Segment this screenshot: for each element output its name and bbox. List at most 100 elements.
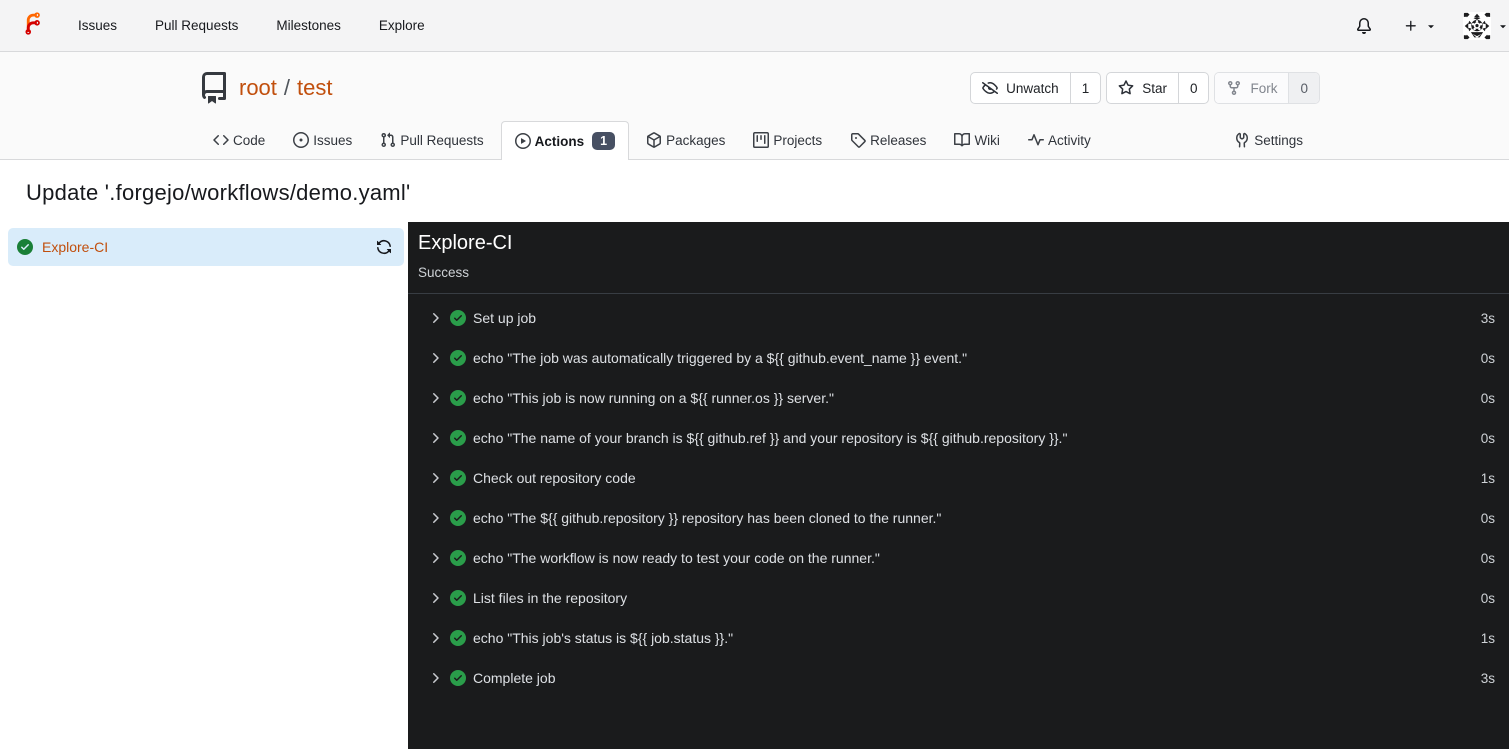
step-name: echo "The workflow is now ready to test … [473,550,880,566]
chevron-right-icon [427,630,443,646]
job-log-panel: Explore-CI Success Set up job 3s echo "T… [408,222,1509,749]
fork-count[interactable]: 0 [1288,73,1319,103]
job-item[interactable]: Explore-CI [8,228,404,266]
repo-owner-link[interactable]: root [239,75,277,101]
job-log-status: Success [418,265,470,280]
step-name: echo "The job was automatically triggere… [473,350,968,366]
step-duration: 1s [1480,470,1495,486]
chevron-right-icon [427,430,443,446]
run-body: Explore-CI Explore-CI Success Set up job… [0,222,1509,749]
tag-icon [850,132,866,148]
chevron-right-icon [427,510,443,526]
repo-header: root / test Unwatch 1 Star 0 Fork 0 Code [0,52,1509,160]
tab-badge: 1 [592,132,616,150]
fork-label: Fork [1250,80,1278,96]
eye-closed-icon [982,80,999,96]
job-success-icon [17,239,33,255]
chevron-right-icon [427,310,443,326]
step-row[interactable]: List files in the repository 0s [408,578,1509,618]
job-log-title: Explore-CI [418,232,513,254]
job-log-header: Explore-CI Success [408,222,1509,294]
repo-action-buttons: Unwatch 1 Star 0 Fork 0 [970,72,1320,104]
tab-label: Releases [870,132,927,148]
step-row[interactable]: Complete job 3s [408,658,1509,698]
step-success-icon [450,670,466,686]
job-steps-list: Set up job 3s echo "The job was automati… [408,294,1509,698]
tab-releases[interactable]: Releases [839,121,937,159]
step-duration: 3s [1480,670,1495,686]
tab-issues[interactable]: Issues [282,121,363,159]
tab-projects[interactable]: Projects [742,121,833,159]
repo-title: root / test [239,75,333,101]
step-row[interactable]: echo "The name of your branch is ${{ git… [408,418,1509,458]
step-success-icon [450,390,466,406]
step-duration: 0s [1480,590,1495,606]
book-icon [954,132,971,148]
pulse-icon [1027,132,1044,148]
star-icon [1118,80,1134,96]
tab-pull-requests[interactable]: Pull Requests [369,121,494,159]
create-new-button[interactable] [1404,19,1437,33]
step-duration: 0s [1480,390,1495,406]
tab-label: Activity [1047,132,1091,148]
tab-activity[interactable]: Activity [1017,121,1102,159]
chevron-right-icon [427,470,443,486]
notifications-button[interactable] [1356,18,1372,34]
step-name: echo "The name of your branch is ${{ git… [473,430,1068,446]
step-duration: 0s [1480,350,1495,366]
step-row[interactable]: echo "This job's status is ${{ job.statu… [408,618,1509,658]
tools-icon [1234,132,1250,148]
forgejo-logo[interactable] [21,8,45,39]
unwatch-button[interactable]: Unwatch [971,73,1070,103]
repo-separator: / [283,75,291,100]
step-duration: 3s [1480,310,1495,326]
tab-label: Code [233,132,266,148]
step-name: Check out repository code [473,470,636,486]
tab-label: Issues [313,132,353,148]
star-button[interactable]: Star [1107,73,1178,103]
step-duration: 1s [1480,630,1495,646]
chevron-down-icon [1425,20,1437,32]
tab-label: Pull Requests [400,132,484,148]
step-row[interactable]: echo "The job was automatically triggere… [408,338,1509,378]
nav-item-explore[interactable]: Explore [360,0,444,52]
tab-label: Actions [534,133,585,149]
fork-button[interactable]: Fork [1215,73,1289,103]
step-name: echo "This job is now running on a ${{ r… [473,390,834,406]
chevron-down-icon [1497,20,1509,32]
pull-request-icon [380,132,396,148]
plus-icon [1404,19,1418,33]
code-icon [213,132,229,148]
step-duration: 0s [1480,550,1495,566]
step-duration: 0s [1480,430,1495,446]
tab-label: Projects [773,132,823,148]
tab-code[interactable]: Code [202,121,276,159]
nav-item-pull-requests[interactable]: Pull Requests [136,0,257,52]
chevron-right-icon [427,390,443,406]
avatar [1463,11,1491,40]
tab-settings[interactable]: Settings [1223,121,1314,159]
repo-tabs: Code Issues Pull Requests Actions 1 Pack… [189,121,1320,160]
nav-item-issues[interactable]: Issues [59,0,136,52]
user-menu-button[interactable] [1463,11,1509,40]
tab-actions[interactable]: Actions 1 [500,121,630,160]
tab-packages[interactable]: Packages [635,121,736,159]
jobs-sidebar: Explore-CI [0,222,408,749]
step-success-icon [450,590,466,606]
step-row[interactable]: echo "The ${{ github.repository }} repos… [408,498,1509,538]
chevron-right-icon [427,350,443,366]
star-count[interactable]: 0 [1177,73,1209,103]
step-row[interactable]: Check out repository code 1s [408,458,1509,498]
bell-icon [1356,18,1372,34]
nav-item-milestones[interactable]: Milestones [257,0,360,52]
unwatch-count[interactable]: 1 [1069,73,1101,103]
tab-wiki[interactable]: Wiki [943,121,1011,159]
tab-label: Settings [1254,132,1303,148]
repo-name-link[interactable]: test [297,75,332,101]
step-row[interactable]: Set up job 3s [408,298,1509,338]
rerun-job-icon[interactable] [376,239,392,255]
step-success-icon [450,630,466,646]
navbar: Issues Pull Requests Milestones Explore [0,0,1509,52]
step-row[interactable]: echo "This job is now running on a ${{ r… [408,378,1509,418]
step-row[interactable]: echo "The workflow is now ready to test … [408,538,1509,578]
